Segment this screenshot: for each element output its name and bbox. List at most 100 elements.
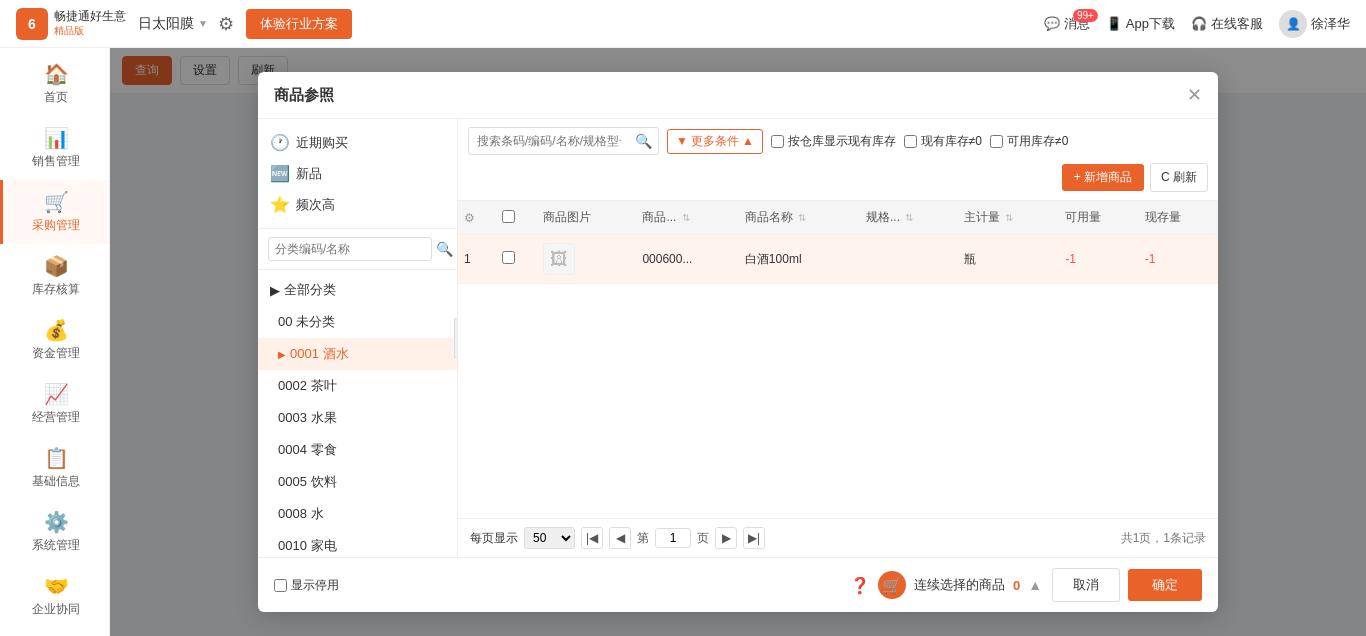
sidebar-item-system[interactable]: ⚙️ 系统管理 xyxy=(0,500,109,564)
first-page-button[interactable]: |◀ xyxy=(581,527,603,549)
th-name[interactable]: 商品名称 ⇅ xyxy=(739,201,860,235)
gear-icon[interactable]: ⚙ xyxy=(218,13,234,35)
th-stock: 现存量 xyxy=(1139,201,1218,235)
modal-close-button[interactable]: ✕ xyxy=(1187,84,1202,106)
help-icon[interactable]: ❓ xyxy=(850,576,870,595)
page-number-input[interactable] xyxy=(655,528,691,548)
sidebar-item-enterprise[interactable]: 🤝 企业协同 xyxy=(0,564,109,628)
cat-label: 0010 家电 xyxy=(278,537,337,555)
cancel-button[interactable]: 取消 xyxy=(1052,568,1120,602)
cat-item-snack[interactable]: 0004 零食 xyxy=(258,434,457,466)
cat-label: 00 未分类 xyxy=(278,313,335,331)
last-page-button[interactable]: ▶| xyxy=(743,527,765,549)
avatar: 👤 xyxy=(1279,10,1307,38)
sort-icon: ⇅ xyxy=(905,212,913,223)
trial-button[interactable]: 体验行业方案 xyxy=(246,9,352,39)
total-info: 共1页，1条记录 xyxy=(1121,530,1206,547)
cat-item-water[interactable]: 0008 水 xyxy=(258,498,457,530)
filter-icon: ▼ xyxy=(676,134,688,148)
th-available: 可用量 xyxy=(1059,201,1138,235)
cat-item-liquor[interactable]: ▶ 0001 酒水 xyxy=(258,338,457,370)
sidebar-item-operations[interactable]: 📈 经营管理 xyxy=(0,372,109,436)
collapse-up-icon[interactable]: ▲ xyxy=(1028,577,1042,593)
nav-messages[interactable]: 💬 消息 99+ xyxy=(1044,15,1090,33)
per-page-select[interactable]: 50 10 20 100 xyxy=(524,527,575,549)
cart-icon[interactable]: 🛒 xyxy=(878,571,906,599)
sidebar-item-sales[interactable]: 📊 销售管理 xyxy=(0,116,109,180)
more-filter-button[interactable]: ▼ 更多条件 ▲ xyxy=(667,129,763,154)
cell-spec xyxy=(860,235,958,284)
checkbox-available-stock[interactable]: 可用库存≠0 xyxy=(990,133,1068,150)
recent-item-label: 频次高 xyxy=(296,196,335,214)
product-search-button[interactable]: 🔍 xyxy=(629,133,658,149)
cell-name: 白酒100ml xyxy=(739,235,860,284)
sidebar-item-label: 销售管理 xyxy=(32,153,80,170)
cat-item-appliances[interactable]: 0010 家电 xyxy=(258,530,457,557)
cat-item-drinks[interactable]: 0005 饮料 xyxy=(258,466,457,498)
modal-dialog: 商品参照 ✕ 🕐 近期购买 🆕 xyxy=(258,72,1218,612)
modal-header: 商品参照 ✕ xyxy=(258,72,1218,119)
show-disabled-checkbox-label[interactable]: 显示停用 xyxy=(274,577,339,594)
classify-search-icon[interactable]: 🔍 xyxy=(436,241,453,257)
checkbox-warehouse-stock[interactable]: 按仓库显示现有库存 xyxy=(771,133,896,150)
th-settings[interactable]: ⚙ xyxy=(458,201,496,235)
th-code[interactable]: 商品... ⇅ xyxy=(636,201,738,235)
nav-online-service[interactable]: 🎧 在线客服 xyxy=(1191,15,1263,33)
sidebar-item-finance[interactable]: 💰 资金管理 xyxy=(0,308,109,372)
nav-user[interactable]: 👤 徐泽华 xyxy=(1279,10,1350,38)
refresh-product-button[interactable]: C 刷新 xyxy=(1150,163,1208,192)
th-spec[interactable]: 规格... ⇅ xyxy=(860,201,958,235)
sidebar-item-guide[interactable]: 🌟 新手引导 xyxy=(0,628,109,636)
app-dl-label: App下载 xyxy=(1126,15,1175,33)
sidebar-item-purchase[interactable]: 🛒 采购管理 xyxy=(0,180,109,244)
cat-item-all[interactable]: ▶ 全部分类 xyxy=(258,274,457,306)
modal-footer: 显示停用 ❓ 🛒 连续选择的商品 0 ▲ 取消 确定 xyxy=(258,557,1218,612)
row-checkbox[interactable] xyxy=(502,251,515,264)
sidebar-item-label: 企业协同 xyxy=(32,601,80,618)
prev-page-button[interactable]: ◀ xyxy=(609,527,631,549)
th-unit[interactable]: 主计量 ⇅ xyxy=(958,201,1059,235)
per-page-label: 每页显示 xyxy=(470,530,518,547)
th-stock-label: 现存量 xyxy=(1145,210,1181,224)
show-disabled-checkbox[interactable] xyxy=(274,579,287,592)
next-page-button[interactable]: ▶ xyxy=(715,527,737,549)
cat-item-uncategorized[interactable]: 00 未分类 xyxy=(258,306,457,338)
sidebar-item-home[interactable]: 🏠 首页 xyxy=(0,52,109,116)
recent-item-recent-purchase[interactable]: 🕐 近期购买 xyxy=(258,127,457,158)
show-disabled-label: 显示停用 xyxy=(291,577,339,594)
nav-selector[interactable]: 日太阳膜 ▼ xyxy=(138,15,208,33)
product-thumbnail: 🖼 xyxy=(543,243,575,275)
cat-item-tea[interactable]: 0002 茶叶 xyxy=(258,370,457,402)
checkbox-nonzero-stock[interactable]: 现有库存≠0 xyxy=(904,133,982,150)
recent-item-new[interactable]: 🆕 新品 xyxy=(258,158,457,189)
logo-icon: 6 xyxy=(16,8,48,40)
cell-code: 000600... xyxy=(636,235,738,284)
system-icon: ⚙️ xyxy=(44,510,69,534)
home-icon: 🏠 xyxy=(44,62,69,86)
sidebar-item-label: 采购管理 xyxy=(32,217,80,234)
add-product-button[interactable]: + 新增商品 xyxy=(1062,164,1144,191)
confirm-button[interactable]: 确定 xyxy=(1128,569,1202,601)
nav-app-download[interactable]: 📱 App下载 xyxy=(1106,15,1175,33)
recent-item-frequent[interactable]: ⭐ 频次高 xyxy=(258,189,457,220)
nonzero-stock-checkbox[interactable] xyxy=(904,135,917,148)
classify-search: 🔍 xyxy=(258,229,457,270)
cell-checkbox[interactable] xyxy=(496,235,537,284)
warehouse-stock-checkbox[interactable] xyxy=(771,135,784,148)
cell-no: 1 xyxy=(458,235,496,284)
footer-cart: ❓ 🛒 连续选择的商品 0 ▲ xyxy=(850,571,1042,599)
product-search-input[interactable] xyxy=(469,134,629,148)
available-stock-checkbox[interactable] xyxy=(990,135,1003,148)
select-all-checkbox[interactable] xyxy=(502,210,515,223)
sidebar-item-inventory[interactable]: 📦 库存核算 xyxy=(0,244,109,308)
cat-item-fruit[interactable]: 0003 水果 xyxy=(258,402,457,434)
table-row[interactable]: 1 🖼 000600... 白酒100ml xyxy=(458,235,1218,284)
product-table-wrap: ⚙ 商品图片 商品... xyxy=(458,201,1218,518)
sort-icon: ⇅ xyxy=(682,212,690,223)
sidebar-item-basic-info[interactable]: 📋 基础信息 xyxy=(0,436,109,500)
page-word: 第 xyxy=(637,530,649,547)
service-label: 在线客服 xyxy=(1211,15,1263,33)
classify-search-input[interactable] xyxy=(268,237,432,261)
logo-text: 畅捷通好生意 xyxy=(54,9,126,25)
main-layout: 🏠 首页 📊 销售管理 🛒 采购管理 📦 库存核算 💰 资金管理 📈 经营管理 … xyxy=(0,48,1366,636)
